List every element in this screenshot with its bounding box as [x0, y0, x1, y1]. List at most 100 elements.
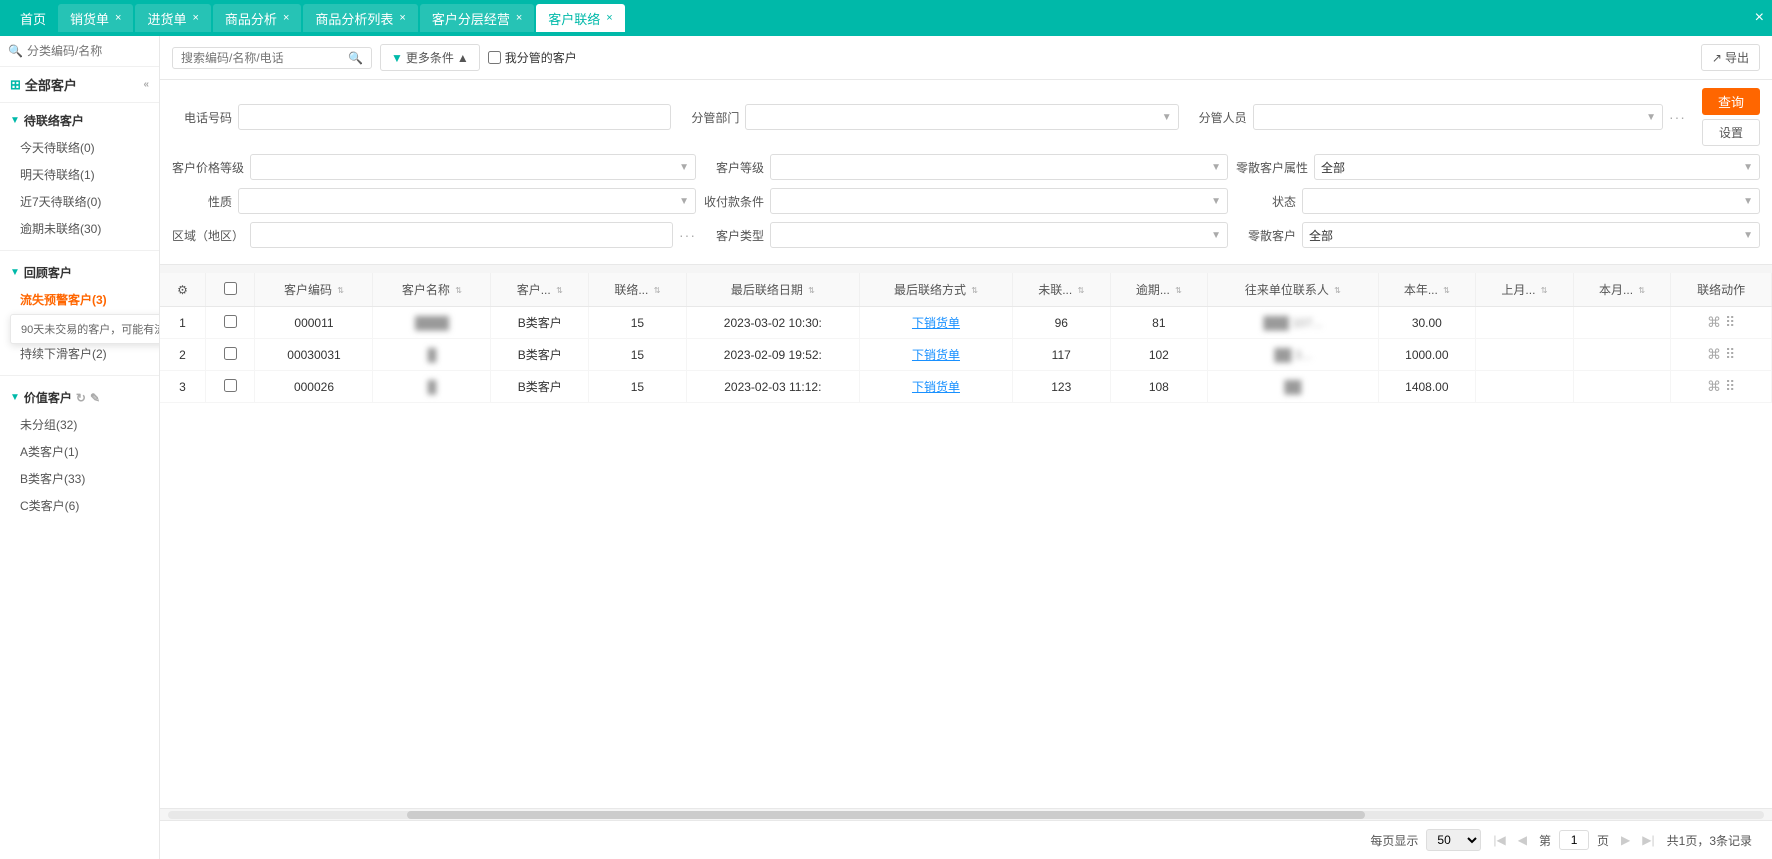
col-this-month[interactable]: 本月... ⇅ — [1573, 273, 1671, 307]
filter-more-1[interactable]: ··· — [1669, 109, 1686, 125]
group-title-value[interactable]: ▼ 价值客户 ↻ ✎ — [0, 384, 159, 411]
close-window-icon[interactable]: × — [1755, 9, 1764, 27]
cell-tmonth-2 — [1573, 371, 1671, 403]
cell-name-2: █ — [373, 371, 491, 403]
close-tab-segmentation[interactable]: × — [516, 12, 522, 24]
cell-checkbox-0[interactable] — [206, 307, 255, 339]
cell-overdue-1: 102 — [1110, 339, 1208, 371]
filter-zero-customer-select[interactable]: 全部 ▼ — [1302, 222, 1760, 248]
col-code[interactable]: 客户编码 ⇅ — [255, 273, 373, 307]
col-last-month[interactable]: 上月... ⇅ — [1476, 273, 1574, 307]
col-last-date[interactable]: 最后联络日期 ⇅ — [686, 273, 859, 307]
col-this-year[interactable]: 本年... ⇅ — [1378, 273, 1476, 307]
cell-name-1: █ — [373, 339, 491, 371]
cell-checkbox-2[interactable] — [206, 371, 255, 403]
filter-row-1: 电话号码 分管部门 ▼ 分管人员 ▼ ··· — [172, 88, 1760, 146]
col-settings[interactable]: ⚙ — [160, 273, 206, 307]
tab-customer-contact[interactable]: 客户联络 × — [536, 4, 624, 32]
first-page-btn[interactable]: |◀ — [1489, 831, 1509, 849]
filter-person-select[interactable]: ▼ — [1253, 104, 1663, 130]
sidebar-item-class-b[interactable]: B类客户(33) — [0, 465, 159, 492]
action-menu-icon-0[interactable]: ⠿ — [1725, 314, 1735, 331]
sidebar-item-churn-warning[interactable]: 流失预警客户(3) — [0, 286, 159, 313]
export-btn[interactable]: ↗ 导出 — [1701, 44, 1760, 71]
tab-customer-segmentation[interactable]: 客户分层经营 × — [420, 4, 534, 32]
scrollbar-thumb[interactable] — [407, 811, 1365, 819]
sidebar-search-input[interactable] — [27, 44, 151, 58]
tab-sales-order[interactable]: 销货单 × — [58, 4, 133, 32]
col-contact-person[interactable]: 往来单位联系人 ⇅ — [1208, 273, 1378, 307]
refresh-icon[interactable]: ↻ — [76, 391, 86, 405]
last-page-btn[interactable]: ▶| — [1638, 831, 1658, 849]
my-customers-checkbox[interactable] — [488, 51, 501, 64]
zero-attr-down-arrow: ▼ — [1743, 162, 1753, 173]
col-name[interactable]: 客户名称 ⇅ — [373, 273, 491, 307]
action-menu-icon-1[interactable]: ⠿ — [1725, 346, 1735, 363]
cell-last-method-1[interactable]: 下销货单 — [860, 339, 1013, 371]
settings-btn[interactable]: 设置 — [1702, 119, 1760, 146]
filter-customer-tier-select[interactable]: ▼ — [770, 154, 1228, 180]
sidebar-item-overdue[interactable]: 逾期未联络(30) — [0, 215, 159, 242]
col-type[interactable]: 客户... ⇅ — [491, 273, 589, 307]
my-customers-checkbox-label[interactable]: 我分管的客户 — [488, 49, 577, 66]
filter-more-2[interactable]: ··· — [679, 227, 696, 243]
filter-payment-select[interactable]: ▼ — [770, 188, 1228, 214]
page-number-input[interactable] — [1559, 830, 1589, 850]
group-title-churn[interactable]: ▼ 回顾客户 — [0, 259, 159, 286]
close-tab-product-list[interactable]: × — [399, 12, 405, 24]
query-btn[interactable]: 查询 — [1702, 88, 1760, 115]
cell-contact-person-1: ██ 3... — [1208, 339, 1378, 371]
cell-checkbox-1[interactable] — [206, 339, 255, 371]
action-link-icon-2[interactable]: ⌘ — [1707, 378, 1721, 395]
filter-dept-select[interactable]: ▼ — [745, 104, 1178, 130]
sidebar-item-7days[interactable]: 近7天待联络(0) — [0, 188, 159, 215]
filter-zero-attr-label: 零散客户属性 — [1236, 159, 1308, 176]
filter-price-tier-select[interactable]: ▼ — [250, 154, 696, 180]
filter-gender-label: 性质 — [172, 193, 232, 210]
group-churned: ▼ 回顾客户 流失预警客户(3) 90天未交易的客户，可能有流失风险。 已流失客… — [0, 255, 159, 371]
per-page-select[interactable]: 50 100 — [1426, 829, 1481, 851]
cell-last-method-0[interactable]: 下销货单 — [860, 307, 1013, 339]
filter-status-select[interactable]: ▼ — [1302, 188, 1760, 214]
action-menu-icon-2[interactable]: ⠿ — [1725, 378, 1735, 395]
tab-purchase-order[interactable]: 进货单 × — [135, 4, 210, 32]
edit-icon[interactable]: ✎ — [90, 391, 100, 405]
toolbar-search-icon[interactable]: 🔍 — [348, 51, 363, 65]
col-last-method[interactable]: 最后联络方式 ⇅ — [860, 273, 1013, 307]
sidebar-item-tomorrow[interactable]: 明天待联络(1) — [0, 161, 159, 188]
toolbar-search-input[interactable] — [181, 51, 344, 65]
close-tab-contact[interactable]: × — [606, 12, 612, 24]
col-contact[interactable]: 联络... ⇅ — [589, 273, 687, 307]
col-unlink-days[interactable]: 未联... ⇅ — [1012, 273, 1110, 307]
filter-customer-type-select[interactable]: ▼ — [770, 222, 1228, 248]
cell-unlink-1: 117 — [1012, 339, 1110, 371]
close-tab-product-analysis[interactable]: × — [283, 12, 289, 24]
prev-page-btn[interactable]: ◀ — [1514, 831, 1531, 849]
filter-phone-input[interactable] — [238, 104, 671, 130]
sidebar-all-customers[interactable]: ⊞ 全部客户 « — [0, 67, 159, 103]
sidebar-item-class-a[interactable]: A类客户(1) — [0, 438, 159, 465]
filter-group-price-tier: 客户价格等级 ▼ — [172, 154, 696, 180]
next-page-btn[interactable]: ▶ — [1617, 831, 1634, 849]
close-tab-sales[interactable]: × — [115, 12, 121, 24]
col-checkbox[interactable] — [206, 273, 255, 307]
cell-last-method-2[interactable]: 下销货单 — [860, 371, 1013, 403]
sidebar-item-declining[interactable]: 持续下滑客户(2) — [0, 340, 159, 367]
sidebar-item-today[interactable]: 今天待联络(0) — [0, 134, 159, 161]
select-all-checkbox[interactable] — [224, 282, 237, 295]
action-link-icon-0[interactable]: ⌘ — [1707, 314, 1721, 331]
action-link-icon-1[interactable]: ⌘ — [1707, 346, 1721, 363]
filter-gender-select[interactable]: ▼ — [238, 188, 696, 214]
close-tab-purchase[interactable]: × — [192, 12, 198, 24]
tab-home[interactable]: 首页 — [8, 9, 58, 28]
group-title-pending[interactable]: ▼ 待联络客户 — [0, 107, 159, 134]
tab-product-analysis-list[interactable]: 商品分析列表 × — [303, 4, 417, 32]
tab-product-analysis[interactable]: 商品分析 × — [213, 4, 301, 32]
filter-region-select[interactable] — [250, 222, 673, 248]
horizontal-scrollbar[interactable] — [160, 808, 1772, 820]
sidebar-item-class-c[interactable]: C类客户(6) — [0, 492, 159, 519]
filter-zero-attr-select[interactable]: 全部 ▼ — [1314, 154, 1760, 180]
sidebar-item-ungrouped[interactable]: 未分组(32) — [0, 411, 159, 438]
more-conditions-btn[interactable]: ▼ 更多条件 ▲ — [380, 44, 480, 71]
col-overdue[interactable]: 逾期... ⇅ — [1110, 273, 1208, 307]
